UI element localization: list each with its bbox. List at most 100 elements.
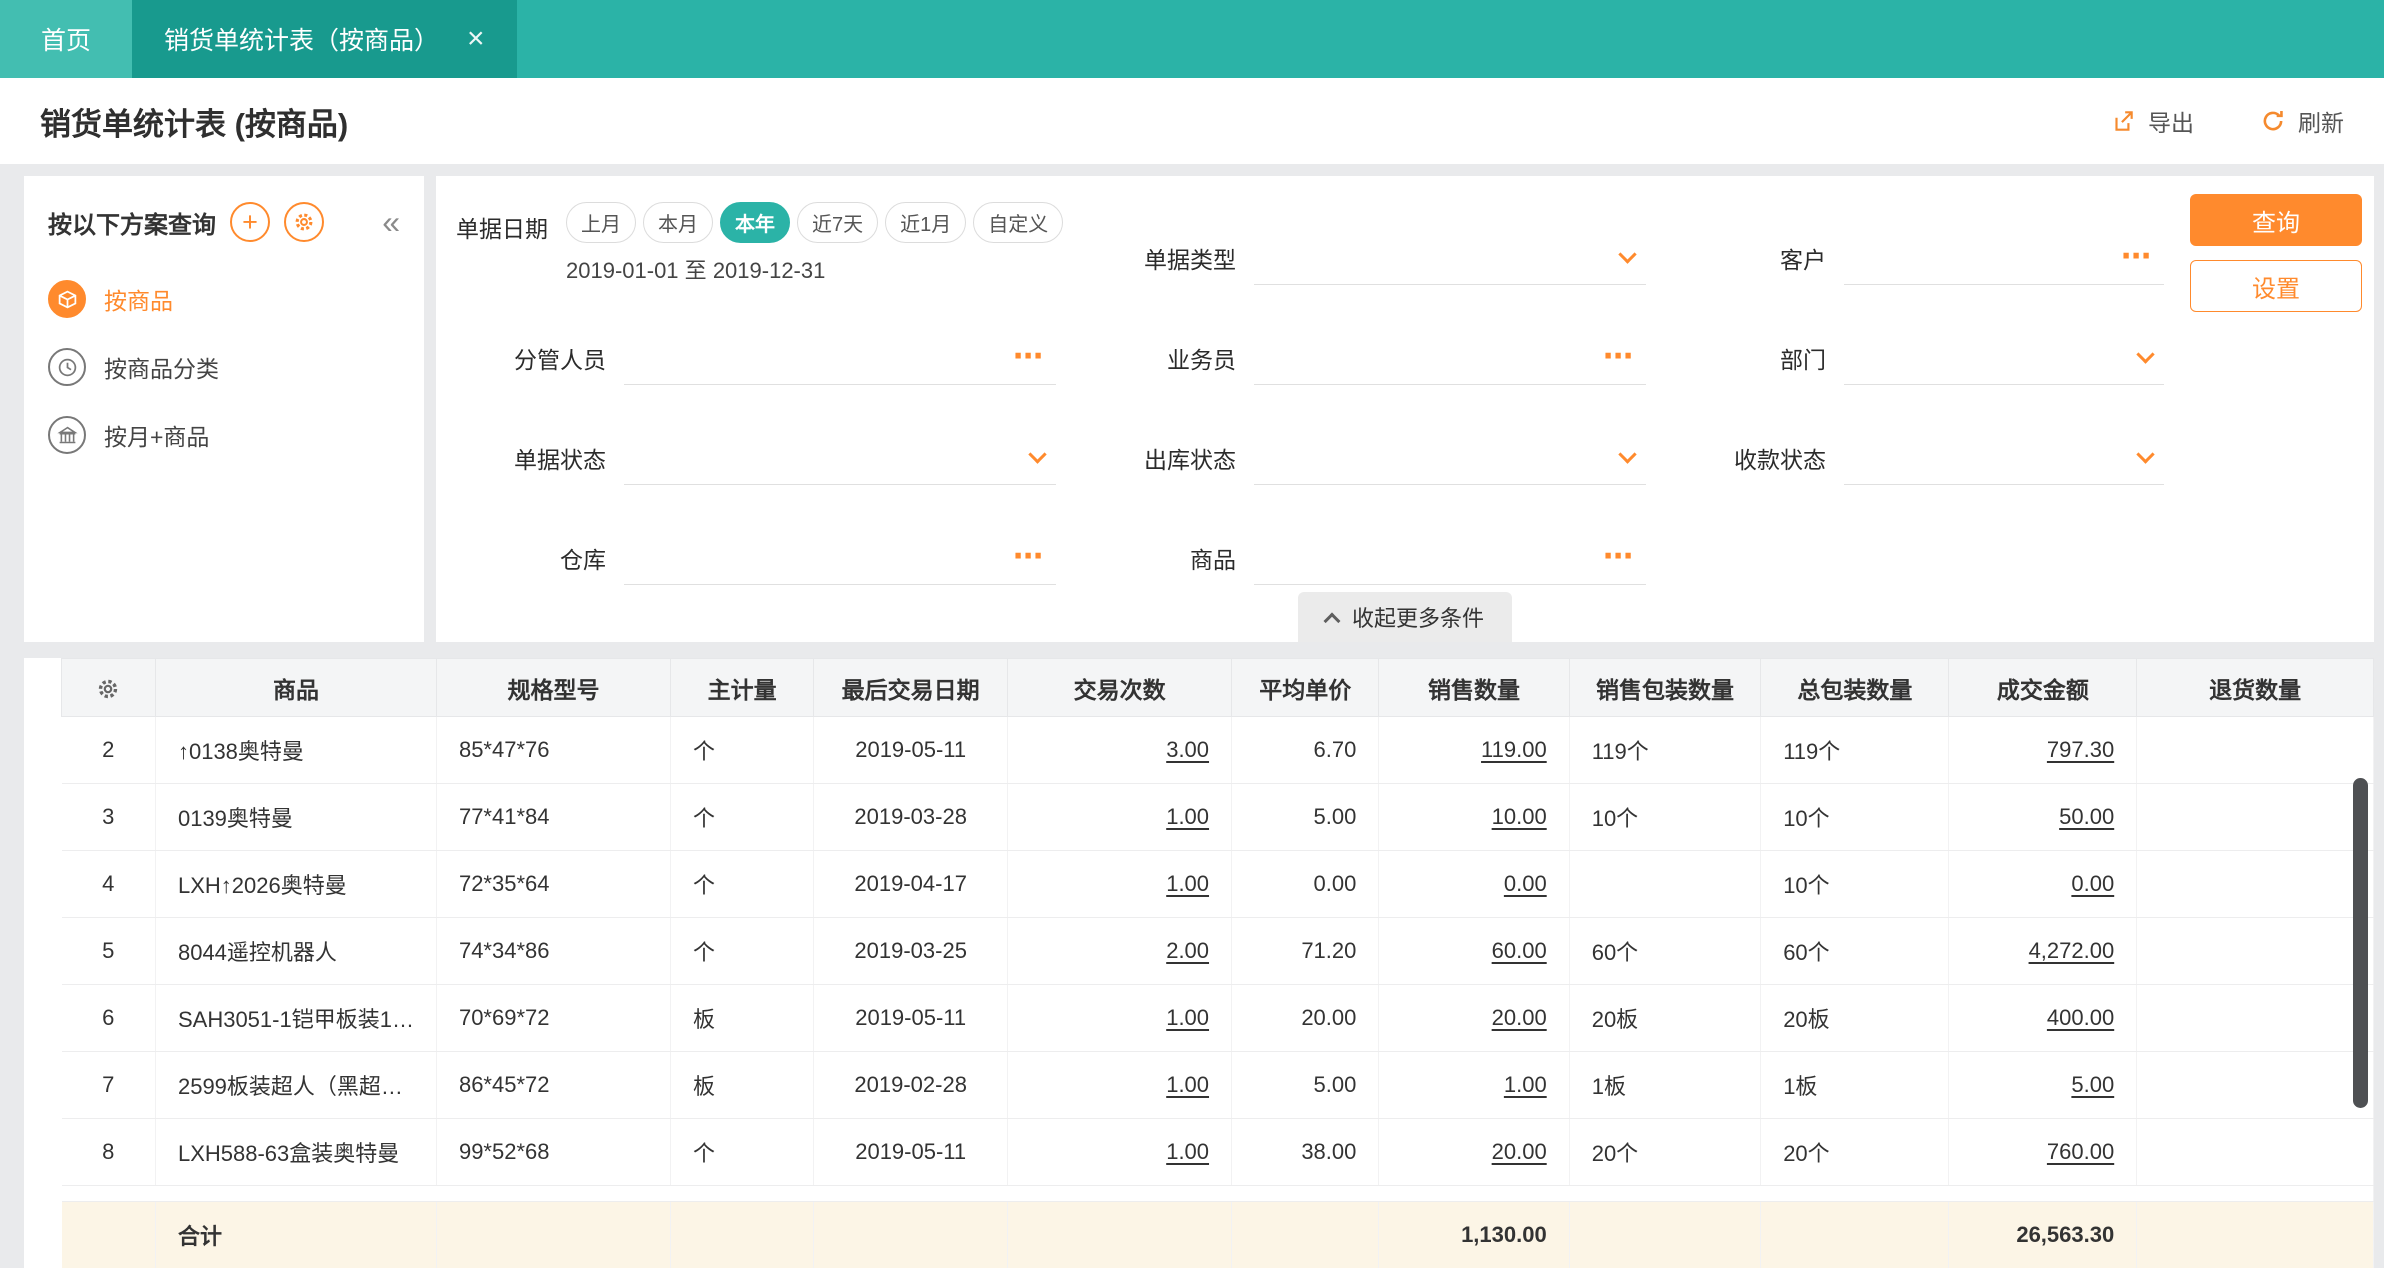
drilldown-link[interactable]: 4,272.00 [2029, 938, 2115, 963]
drilldown-link[interactable]: 0.00 [1504, 871, 1547, 896]
drilldown-link[interactable]: 2.00 [1166, 938, 1209, 963]
cell-unit: 板 [670, 984, 815, 1052]
tab-home[interactable]: 首页 [0, 0, 132, 78]
column-header-sales_pkg_qty[interactable]: 销售包装数量 [1568, 658, 1762, 717]
table-row[interactable]: 8 LXH588-63盒装奥特曼 99*52*68 个 2019-05-11 1.00 38… [61, 1118, 2374, 1186]
close-icon[interactable]: × [467, 24, 485, 54]
drilldown-link[interactable]: 0.00 [2071, 871, 2114, 896]
column-header-total_pkg_qty[interactable]: 总包装数量 [1760, 658, 1950, 717]
date-pill-4[interactable]: 近1月 [885, 202, 967, 243]
cell-sales_pkg_qty: 20板 [1569, 984, 1762, 1052]
vertical-scrollbar[interactable] [2353, 778, 2368, 1108]
add-scheme-button[interactable]: + [230, 202, 270, 242]
cell-total_pkg_qty: 10个 [1760, 783, 1950, 851]
drilldown-link[interactable]: 1.00 [1166, 1072, 1209, 1097]
cell-spec: 99*52*68 [436, 1118, 672, 1186]
field-warehouse: 仓库 ⋯ [456, 529, 1056, 585]
column-header-last_date[interactable]: 最后交易日期 [813, 658, 1009, 717]
scheme-settings-button[interactable] [284, 202, 324, 242]
product-picker[interactable]: ⋯ [1254, 537, 1646, 585]
customer-label: 客户 [1780, 247, 1826, 273]
query-button[interactable]: 查询 [2190, 194, 2362, 246]
date-separator: 至 [684, 258, 707, 283]
column-header-amount[interactable]: 成交金额 [1948, 658, 2138, 717]
drilldown-link[interactable]: 3.00 [1166, 737, 1209, 762]
column-header-avg_price[interactable]: 平均单价 [1231, 658, 1380, 717]
cell-spec: 70*69*72 [436, 984, 672, 1052]
drilldown-link[interactable]: 119.00 [1481, 737, 1547, 762]
export-button[interactable]: 导出 [2110, 104, 2194, 138]
date-pill-5[interactable]: 自定义 [973, 202, 1064, 243]
table-row[interactable]: 3 0139奥特曼 77*41*84 个 2019-03-28 1.00 5.00 10.00… [61, 783, 2374, 851]
drilldown-link[interactable]: 1.00 [1166, 871, 1209, 896]
table-row[interactable]: 5 8044遥控机器人 74*34*86 个 2019-03-25 2.00 71.20 60… [61, 917, 2374, 985]
date-pill-0[interactable]: 上月 [566, 202, 636, 243]
sidebar-scheme-item-1[interactable]: 按商品分类 [48, 336, 400, 398]
drilldown-link[interactable]: 400.00 [2047, 1005, 2114, 1030]
column-header-unit[interactable]: 主计量 [669, 658, 815, 717]
cell-avg_price: 38.00 [1231, 1118, 1380, 1186]
customer-picker[interactable]: ⋯ [1844, 237, 2164, 285]
drilldown-link[interactable]: 1.00 [1504, 1072, 1547, 1097]
ellipsis-icon: ⋯ [1603, 539, 1634, 573]
scheme-list: 按商品 按商品分类 按月+商品 [48, 268, 400, 466]
chevron-down-icon [2136, 444, 2155, 464]
column-header-product[interactable]: 商品 [154, 658, 437, 717]
settings-button[interactable]: 设置 [2190, 260, 2362, 312]
table-row[interactable]: 4 LXH↑2026奥特曼 72*35*64 个 2019-04-17 1.00 0.00 0… [61, 850, 2374, 918]
column-header-sales_qty[interactable]: 销售数量 [1378, 658, 1570, 717]
drilldown-link[interactable]: 10.00 [1492, 804, 1547, 829]
cell-unit: 个 [670, 917, 815, 985]
column-header-spec[interactable]: 规格型号 [435, 658, 672, 717]
date-to[interactable]: 2019-12-31 [713, 258, 826, 283]
drilldown-link[interactable]: 20.00 [1492, 1139, 1547, 1164]
table-column-settings-gear-icon[interactable] [61, 658, 156, 717]
tab-sales-statistics[interactable]: 销货单统计表（按商品） × [132, 0, 517, 78]
payment-status-select[interactable] [1844, 437, 2164, 485]
collapse-more-conditions-button[interactable]: 收起更多条件 [1297, 592, 1513, 642]
cell-num: 3 [61, 783, 156, 851]
cell-unit: 个 [670, 783, 815, 851]
results-table: 商品 规格型号 主计量 最后交易日期 交易次数 平均单价 销售数量 销售包装数量 总包装数量 成交… [61, 658, 2374, 1268]
department-select[interactable] [1844, 337, 2164, 385]
warehouse-picker[interactable]: ⋯ [624, 537, 1056, 585]
manager-picker[interactable]: ⋯ [624, 337, 1056, 385]
cell-times: 1.00 [1007, 984, 1233, 1052]
sidebar-scheme-item-0[interactable]: 按商品 [48, 268, 400, 330]
date-pill-2[interactable]: 本年 [720, 202, 790, 243]
drilldown-link[interactable]: 1.00 [1166, 804, 1209, 829]
doc-type-select[interactable] [1254, 237, 1646, 285]
field-department: 部门 [1676, 329, 2164, 385]
cell-sales_qty: 20.00 [1378, 1118, 1570, 1186]
drilldown-link[interactable]: 20.00 [1492, 1005, 1547, 1030]
refresh-button[interactable]: 刷新 [2260, 104, 2344, 138]
cell-unit: 个 [670, 850, 815, 918]
column-header-times[interactable]: 交易次数 [1007, 658, 1233, 717]
cell-product: 2599板装超人（黑超… [155, 1051, 437, 1119]
drilldown-link[interactable]: 5.00 [2071, 1072, 2114, 1097]
date-pill-1[interactable]: 本月 [643, 202, 713, 243]
doc-status-select[interactable] [624, 437, 1056, 485]
salesman-picker[interactable]: ⋯ [1254, 337, 1646, 385]
outbound-status-select[interactable] [1254, 437, 1646, 485]
sidebar-scheme-item-2[interactable]: 按月+商品 [48, 404, 400, 466]
table-row[interactable]: 6 SAH3051-1铠甲板装1… 70*69*72 板 2019-05-11 1.00 2… [61, 984, 2374, 1052]
date-quick-pills: 上月 本月 本年 近7天 近1月 自定义 [566, 202, 1064, 243]
cell-sales_pkg_qty: 20个 [1569, 1118, 1762, 1186]
cell-spec: 72*35*64 [436, 850, 672, 918]
drilldown-link[interactable]: 60.00 [1492, 938, 1547, 963]
date-range-text[interactable]: 2019-01-01 至 2019-12-31 [566, 253, 1063, 285]
drilldown-link[interactable]: 50.00 [2059, 804, 2114, 829]
collapse-sidebar-icon[interactable]: « [382, 206, 400, 238]
cell-amount: 797.30 [1948, 716, 2138, 784]
drilldown-link[interactable]: 760.00 [2047, 1139, 2114, 1164]
column-header-return_qty[interactable]: 退货数量 [2136, 658, 2374, 717]
total-cell-product: 合计 [155, 1201, 437, 1268]
table-row[interactable]: 2 ↑0138奥特曼 85*47*76 个 2019-05-11 3.00 6.70 119.… [61, 716, 2374, 784]
table-row[interactable]: 7 2599板装超人（黑超… 86*45*72 板 2019-02-28 1.00 5.00… [61, 1051, 2374, 1119]
drilldown-link[interactable]: 1.00 [1166, 1139, 1209, 1164]
date-from[interactable]: 2019-01-01 [566, 258, 679, 283]
drilldown-link[interactable]: 797.30 [2047, 737, 2114, 762]
date-pill-3[interactable]: 近7天 [797, 202, 879, 243]
drilldown-link[interactable]: 1.00 [1166, 1005, 1209, 1030]
